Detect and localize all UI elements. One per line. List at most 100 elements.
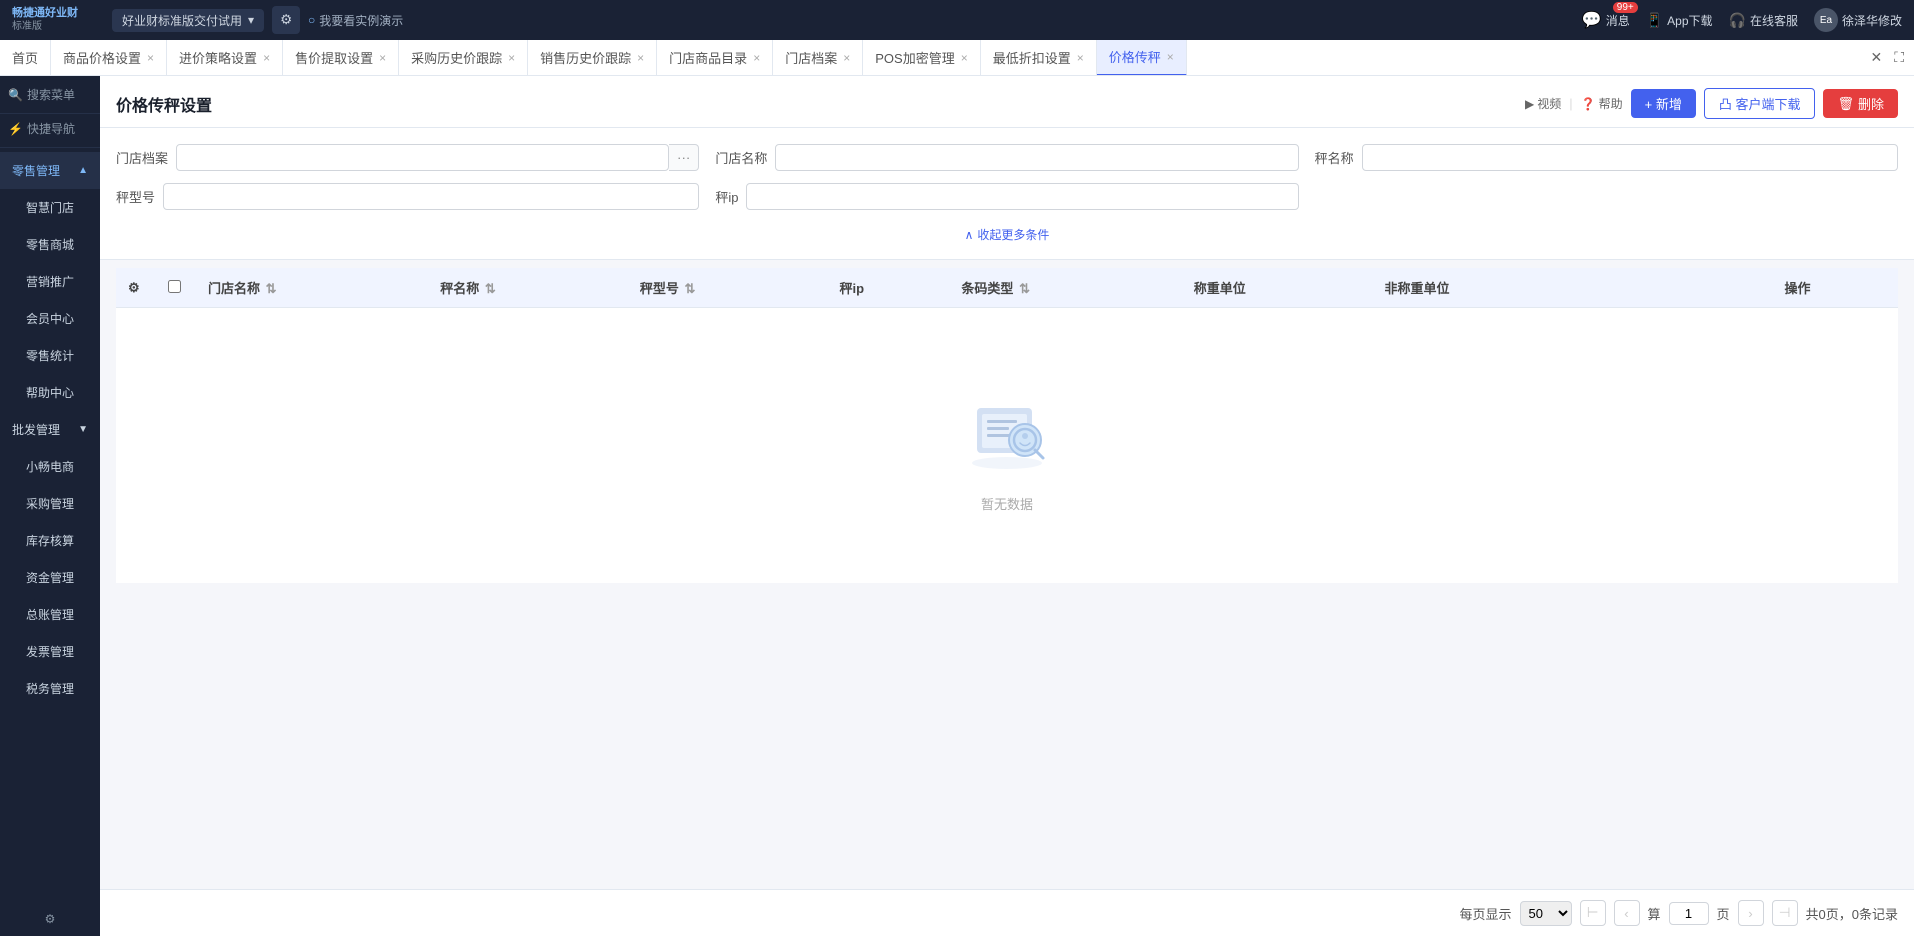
tab-close-sale-price[interactable]: × — [379, 51, 386, 65]
tab-expand-button[interactable]: ⛶ — [1888, 45, 1910, 70]
tab-price-scale[interactable]: 价格传秤 × — [1097, 40, 1187, 76]
demo-button[interactable]: ○ 我要看实例演示 — [308, 12, 403, 29]
next-page-button[interactable]: › — [1738, 900, 1764, 926]
filter-store-name: 门店名称 — [715, 144, 1298, 171]
sidebar-item-finance[interactable]: 资金管理 — [0, 559, 100, 596]
sort-icon-store-name[interactable]: ⇅ — [266, 281, 277, 296]
avatar: Ea — [1814, 8, 1838, 32]
filter-scale-ip: 秤ip — [715, 183, 1298, 210]
table-col-barcode-type: 条码类型 ⇅ — [949, 268, 1181, 308]
store-name-label: 门店名称 — [715, 148, 767, 167]
scale-name-input[interactable] — [1362, 144, 1898, 171]
sidebar-nav[interactable]: ⚡ 快捷导航 — [0, 114, 100, 143]
table-col-check — [156, 268, 196, 308]
store-archive-more-btn[interactable]: ··· — [669, 144, 699, 171]
tab-close-min-discount[interactable]: × — [1077, 51, 1084, 65]
sidebar-item-marketing[interactable]: 营销推广 — [0, 263, 100, 300]
table-col-store-name: 门店名称 ⇅ — [196, 268, 428, 308]
table-area: ⚙ 门店名称 ⇅ 秤名称 ⇅ — [100, 260, 1914, 889]
sidebar-item-ecommerce[interactable]: 小畅电商 — [0, 448, 100, 485]
top-bar: 畅捷通好业财 标准版 好业财标准版交付试用 ▾ ⚙ ○ 我要看实例演示 💬 消息… — [0, 0, 1914, 40]
tab-store-catalog[interactable]: 门店商品目录 × — [657, 40, 773, 76]
tab-close-pos-management[interactable]: × — [961, 51, 968, 65]
tab-close-purchase-history[interactable]: × — [508, 51, 515, 65]
download-button[interactable]: 凸 客户端下载 — [1704, 88, 1816, 119]
tab-close-purchase-strategy[interactable]: × — [263, 51, 270, 65]
tab-sale-price[interactable]: 售价提取设置 × — [283, 40, 399, 76]
scale-model-input[interactable] — [163, 183, 699, 210]
select-all-checkbox[interactable] — [168, 280, 181, 293]
sort-icon-scale-model[interactable]: ⇅ — [685, 281, 696, 296]
prev-page-button[interactable]: ‹ — [1614, 900, 1640, 926]
tab-close-sale-history[interactable]: × — [637, 51, 644, 65]
total-label: 共0页，0条记录 — [1806, 904, 1898, 923]
help-link[interactable]: ❓ 帮助 — [1581, 95, 1623, 112]
filter-row-2: 秤型号 秤ip — [116, 183, 1898, 210]
table-body: 暂无数据 — [116, 308, 1898, 584]
sort-icon-scale-name[interactable]: ⇅ — [485, 281, 496, 296]
sidebar-item-retail-mall[interactable]: 零售商城 — [0, 226, 100, 263]
tab-bar: 首页 商品价格设置 × 进价策略设置 × 售价提取设置 × 采购历史价跟踪 × … — [0, 40, 1914, 76]
add-button[interactable]: + 新增 — [1631, 89, 1696, 118]
tab-close-price-settings[interactable]: × — [147, 51, 154, 65]
table-settings-icon[interactable]: ⚙ — [128, 280, 140, 295]
tab-min-discount[interactable]: 最低折扣设置 × — [981, 40, 1097, 76]
tab-close-button[interactable]: ✕ — [1864, 45, 1888, 70]
per-page-select[interactable]: 50 10 20 100 — [1520, 901, 1572, 926]
tab-store-archive[interactable]: 门店档案 × — [773, 40, 863, 76]
pagination-bar: 每页显示 50 10 20 100 ⊢ ‹ 算 页 › ⊣ 共0页，0条记录 — [100, 889, 1914, 936]
scale-ip-input[interactable] — [746, 183, 1298, 210]
empty-state: 暂无数据 — [128, 318, 1886, 573]
sort-icon-barcode-type[interactable]: ⇅ — [1019, 281, 1030, 296]
top-bar-right: 💬 消息 99+ 📱 App下载 🎧 在线客服 Ea 徐泽华修改 — [1582, 8, 1902, 32]
table-col-scale-model: 秤型号 ⇅ — [628, 268, 828, 308]
store-archive-input[interactable] — [176, 144, 669, 171]
tab-home[interactable]: 首页 — [0, 40, 51, 76]
page-header: 价格传秤设置 ▶ 视频 | ❓ 帮助 + 新增 凸 客户端下载 — [100, 76, 1914, 128]
sidebar-settings-button[interactable]: ⚙ — [0, 902, 100, 936]
store-name-input[interactable] — [775, 144, 1298, 171]
sidebar-item-ledger[interactable]: 总账管理 — [0, 596, 100, 633]
table-col-scale-ip: 秤ip — [828, 268, 950, 308]
tab-sale-history[interactable]: 销售历史价跟踪 × — [528, 40, 657, 76]
sidebar-item-inventory[interactable]: 库存核算 — [0, 522, 100, 559]
table-header-row: ⚙ 门店名称 ⇅ 秤名称 ⇅ — [116, 268, 1898, 308]
delete-button[interactable]: 🗑 删除 — [1823, 89, 1898, 118]
message-badge: 99+ — [1613, 2, 1638, 13]
chevron-up-icon: ▲ — [78, 165, 88, 176]
tab-price-settings[interactable]: 商品价格设置 × — [51, 40, 167, 76]
online-service-button[interactable]: 🎧 在线客服 — [1729, 12, 1798, 29]
sidebar-item-member[interactable]: 会员中心 — [0, 300, 100, 337]
page-input[interactable] — [1669, 902, 1709, 925]
sidebar-item-purchase[interactable]: 采购管理 — [0, 485, 100, 522]
sidebar-item-smart-store[interactable]: 智慧门店 — [0, 189, 100, 226]
sidebar-item-wholesale[interactable]: 批发管理 ▼ — [0, 411, 100, 448]
sidebar-item-retail-stats[interactable]: 零售统计 — [0, 337, 100, 374]
sidebar-item-invoice[interactable]: 发票管理 — [0, 633, 100, 670]
tab-purchase-strategy[interactable]: 进价策略设置 × — [167, 40, 283, 76]
message-button[interactable]: 💬 消息 99+ — [1582, 10, 1630, 30]
tab-close-store-archive[interactable]: × — [843, 51, 850, 65]
sidebar-search[interactable]: 🔍 搜索菜单 — [0, 76, 100, 114]
filter-scale-model: 秤型号 — [116, 183, 699, 210]
first-page-button[interactable]: ⊢ — [1580, 900, 1606, 926]
sidebar-item-retail[interactable]: 零售管理 ▲ — [0, 152, 100, 189]
app-download-button[interactable]: 📱 App下载 — [1646, 12, 1713, 29]
top-settings-button[interactable]: ⚙ — [272, 6, 300, 34]
tab-close-price-scale[interactable]: × — [1167, 50, 1174, 64]
tab-purchase-history[interactable]: 采购历史价跟踪 × — [399, 40, 528, 76]
sidebar-divider-1 — [0, 147, 100, 148]
sidebar-item-tax[interactable]: 税务管理 — [0, 670, 100, 707]
sidebar-item-help[interactable]: 帮助中心 — [0, 374, 100, 411]
last-page-button[interactable]: ⊣ — [1772, 900, 1798, 926]
table-col-operation: 操作 — [1772, 268, 1898, 308]
tab-pos-management[interactable]: POS加密管理 × — [863, 40, 980, 76]
filter-scale-name: 秤名称 — [1315, 144, 1898, 171]
version-selector[interactable]: 好业财标准版交付试用 ▾ — [112, 9, 264, 32]
empty-state-row: 暂无数据 — [116, 308, 1898, 584]
empty-text: 暂无数据 — [981, 494, 1033, 513]
tab-close-store-catalog[interactable]: × — [753, 51, 760, 65]
video-link[interactable]: ▶ 视频 — [1525, 95, 1561, 112]
collapse-button[interactable]: ∧ 收起更多条件 — [116, 222, 1898, 247]
user-profile-button[interactable]: Ea 徐泽华修改 — [1814, 8, 1902, 32]
